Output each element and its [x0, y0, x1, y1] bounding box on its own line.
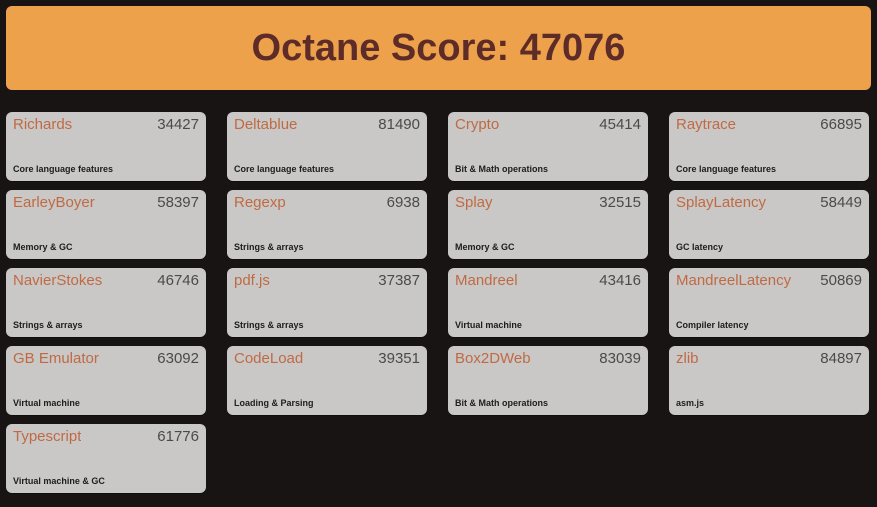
benchmark-card-typescript[interactable]: Typescript 61776 Virtual machine & GC [6, 424, 206, 493]
benchmark-description: Virtual machine & GC [13, 476, 105, 487]
benchmark-card-header: SplayLatency 58449 [676, 194, 862, 213]
benchmark-score: 39351 [378, 350, 420, 367]
octane-benchmark-page: Octane Score: 47076 Richards 34427 Core … [0, 0, 877, 507]
benchmark-score: 46746 [157, 272, 199, 289]
benchmark-card-header: zlib 84897 [676, 350, 862, 369]
benchmark-card-header: Deltablue 81490 [234, 116, 420, 135]
benchmark-description: Core language features [234, 164, 335, 175]
benchmark-score: 6938 [386, 194, 420, 211]
benchmark-description: Strings & arrays [234, 320, 304, 331]
benchmark-card-gb-emulator[interactable]: GB Emulator 63092 Virtual machine [6, 346, 206, 415]
benchmark-card-header: Mandreel 43416 [455, 272, 641, 291]
benchmark-name: Crypto [455, 116, 500, 133]
benchmark-score: 83039 [599, 350, 641, 367]
benchmark-card-raytrace[interactable]: Raytrace 66895 Core language features [669, 112, 869, 181]
benchmark-name: pdf.js [234, 272, 270, 289]
benchmark-card-header: GB Emulator 63092 [13, 350, 199, 369]
benchmark-card-box2dweb[interactable]: Box2DWeb 83039 Bit & Math operations [448, 346, 648, 415]
benchmark-card-splay[interactable]: Splay 32515 Memory & GC [448, 190, 648, 259]
benchmark-card-header: Regexp 6938 [234, 194, 420, 213]
benchmark-card-header: pdf.js 37387 [234, 272, 420, 291]
benchmark-name: Box2DWeb [455, 350, 531, 367]
benchmark-description: Compiler latency [676, 320, 749, 331]
benchmark-card-mandreel[interactable]: Mandreel 43416 Virtual machine [448, 268, 648, 337]
benchmark-name: CodeLoad [234, 350, 304, 367]
benchmark-card-earleyboyer[interactable]: EarleyBoyer 58397 Memory & GC [6, 190, 206, 259]
benchmark-card-header: MandreelLatency 50869 [676, 272, 862, 291]
benchmark-name: Richards [13, 116, 73, 133]
benchmark-name: Deltablue [234, 116, 298, 133]
benchmark-score: 63092 [157, 350, 199, 367]
benchmark-score: 58397 [157, 194, 199, 211]
benchmark-card-zlib[interactable]: zlib 84897 asm.js [669, 346, 869, 415]
benchmark-score: 84897 [820, 350, 862, 367]
benchmark-card-deltablue[interactable]: Deltablue 81490 Core language features [227, 112, 427, 181]
benchmark-card-navierstokes[interactable]: NavierStokes 46746 Strings & arrays [6, 268, 206, 337]
benchmark-description: GC latency [676, 242, 724, 253]
benchmark-card-header: Splay 32515 [455, 194, 641, 213]
benchmark-name: Raytrace [676, 116, 737, 133]
benchmark-card-header: NavierStokes 46746 [13, 272, 199, 291]
benchmark-name: Typescript [13, 428, 82, 445]
benchmark-card-crypto[interactable]: Crypto 45414 Bit & Math operations [448, 112, 648, 181]
benchmark-description: Strings & arrays [13, 320, 83, 331]
benchmark-description: Core language features [676, 164, 777, 175]
benchmark-card-header: Crypto 45414 [455, 116, 641, 135]
octane-score-banner: Octane Score: 47076 [6, 6, 871, 90]
benchmark-score: 61776 [157, 428, 199, 445]
benchmark-description: Bit & Math operations [455, 398, 549, 409]
benchmark-name: GB Emulator [13, 350, 99, 367]
benchmark-score: 50869 [820, 272, 862, 289]
benchmark-card-header: CodeLoad 39351 [234, 350, 420, 369]
benchmark-card-mandreellatency[interactable]: MandreelLatency 50869 Compiler latency [669, 268, 869, 337]
benchmark-description: Loading & Parsing [234, 398, 314, 409]
benchmark-name: NavierStokes [13, 272, 103, 289]
benchmark-name: EarleyBoyer [13, 194, 95, 211]
benchmark-description: Memory & GC [13, 242, 73, 253]
benchmark-description: Bit & Math operations [455, 164, 549, 175]
benchmark-score: 45414 [599, 116, 641, 133]
benchmark-score: 32515 [599, 194, 641, 211]
benchmark-score: 43416 [599, 272, 641, 289]
benchmark-description: Core language features [13, 164, 114, 175]
benchmark-score: 58449 [820, 194, 862, 211]
benchmark-description: Strings & arrays [234, 242, 304, 253]
benchmark-card-header: Typescript 61776 [13, 428, 199, 447]
benchmark-description: Virtual machine [13, 398, 80, 409]
benchmark-description: asm.js [676, 398, 705, 409]
benchmark-description: Memory & GC [455, 242, 515, 253]
benchmark-name: Regexp [234, 194, 286, 211]
benchmark-card-header: Raytrace 66895 [676, 116, 862, 135]
benchmark-description: Virtual machine [455, 320, 522, 331]
benchmark-card-richards[interactable]: Richards 34427 Core language features [6, 112, 206, 181]
benchmark-score: 34427 [157, 116, 199, 133]
benchmark-card-pdf-js[interactable]: pdf.js 37387 Strings & arrays [227, 268, 427, 337]
benchmark-card-splaylatency[interactable]: SplayLatency 58449 GC latency [669, 190, 869, 259]
benchmark-name: zlib [676, 350, 699, 367]
benchmark-card-header: Richards 34427 [13, 116, 199, 135]
benchmark-score: 66895 [820, 116, 862, 133]
benchmark-card-grid: Richards 34427 Core language features De… [6, 112, 871, 493]
benchmark-name: Splay [455, 194, 493, 211]
benchmark-card-regexp[interactable]: Regexp 6938 Strings & arrays [227, 190, 427, 259]
benchmark-score: 81490 [378, 116, 420, 133]
benchmark-name: SplayLatency [676, 194, 767, 211]
benchmark-score: 37387 [378, 272, 420, 289]
benchmark-card-codeload[interactable]: CodeLoad 39351 Loading & Parsing [227, 346, 427, 415]
octane-score-text: Octane Score: 47076 [251, 27, 626, 69]
benchmark-name: MandreelLatency [676, 272, 792, 289]
benchmark-card-header: Box2DWeb 83039 [455, 350, 641, 369]
benchmark-name: Mandreel [455, 272, 518, 289]
benchmark-card-header: EarleyBoyer 58397 [13, 194, 199, 213]
